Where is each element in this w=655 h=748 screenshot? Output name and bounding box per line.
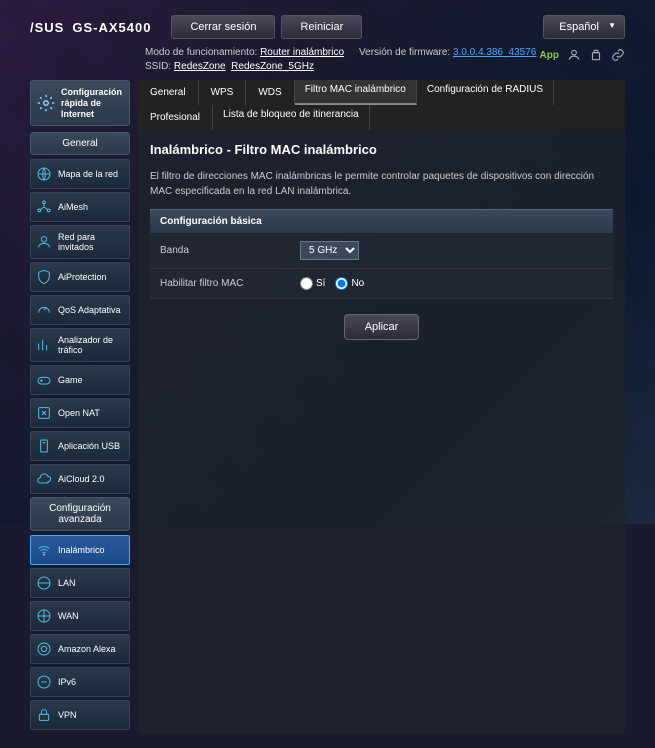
sidebar-item-game[interactable]: Game	[30, 365, 130, 395]
ipv6-icon	[36, 674, 52, 690]
firmware-link[interactable]: 3.0.0.4.386_43576	[453, 47, 536, 58]
logo: /SUS GS-AX5400	[30, 20, 151, 35]
sidebar-item-label: QoS Adaptativa	[58, 305, 121, 315]
sidebar-item-label: AiMesh	[58, 202, 88, 212]
sidebar-item-label: VPN	[58, 710, 77, 720]
mode-link[interactable]: Router inalámbrico	[260, 47, 344, 58]
radio-no[interactable]	[335, 277, 348, 290]
language-select[interactable]: Español	[543, 15, 625, 39]
tab-wps[interactable]: WPS	[199, 80, 247, 105]
sidebar-item-label: Aplicación USB	[58, 441, 120, 451]
tab-wds[interactable]: WDS	[246, 80, 294, 105]
general-section-title: General	[30, 132, 130, 155]
tab-general[interactable]: General	[138, 80, 199, 105]
wifi-icon	[36, 542, 52, 558]
tab-radius[interactable]: Configuración de RADIUS	[417, 80, 554, 105]
mode-label: Modo de funcionamiento:	[145, 47, 257, 58]
sidebar-item-label: LAN	[58, 578, 76, 588]
sidebar-item-qos[interactable]: QoS Adaptativa	[30, 295, 130, 325]
brand-text: /SUS	[30, 20, 64, 35]
config-section-header: Configuración básica	[150, 209, 613, 233]
sidebar-item-lan[interactable]: LAN	[30, 568, 130, 598]
sidebar-item-label: Analizador de tráfico	[58, 335, 124, 355]
language-label: Español	[559, 21, 599, 33]
sidebar-item-wireless[interactable]: Inalámbrico	[30, 535, 130, 565]
content-panel: General WPS WDS Filtro MAC inalámbrico C…	[138, 80, 625, 733]
tab-mac-filter[interactable]: Filtro MAC inalámbrico	[295, 80, 417, 105]
usb-icon[interactable]	[589, 48, 603, 62]
enable-label: Habilitar filtro MAC	[160, 278, 300, 289]
app-badge[interactable]: App	[540, 50, 559, 61]
sidebar-item-label: Amazon Alexa	[58, 644, 116, 654]
sidebar-item-traffic[interactable]: Analizador de tráfico	[30, 328, 130, 362]
tab-professional[interactable]: Profesional	[138, 105, 213, 130]
fw-label: Versión de firmware:	[359, 47, 450, 58]
apply-button[interactable]: Aplicar	[344, 314, 420, 340]
sidebar-item-label: IPv6	[58, 677, 76, 687]
sidebar-item-label: Game	[58, 375, 83, 385]
sidebar-item-label: AiProtection	[58, 272, 107, 282]
globe-icon	[36, 166, 52, 182]
quick-setup-button[interactable]: Configuración rápida de Internet	[30, 80, 130, 126]
sidebar-item-vpn[interactable]: VPN	[30, 700, 130, 730]
gear-icon	[37, 94, 55, 112]
panel-title: Inalámbrico - Filtro MAC inalámbrico	[150, 142, 613, 157]
sidebar-item-label: Mapa de la red	[58, 169, 118, 179]
sidebar-item-aimesh[interactable]: AiMesh	[30, 192, 130, 222]
user-icon[interactable]	[567, 48, 581, 62]
sidebar-item-alexa[interactable]: Amazon Alexa	[30, 634, 130, 664]
sidebar-item-network-map[interactable]: Mapa de la red	[30, 159, 130, 189]
ssid-label: SSID:	[145, 61, 171, 72]
sidebar-item-wan[interactable]: WAN	[30, 601, 130, 631]
panel-description: El filtro de direcciones MAC inalámbrica…	[150, 169, 613, 199]
sidebar-item-label: Inalámbrico	[58, 545, 105, 555]
tabs: General WPS WDS Filtro MAC inalámbrico C…	[138, 80, 625, 130]
radio-no-label[interactable]: No	[335, 277, 364, 290]
radio-yes[interactable]	[300, 277, 313, 290]
ssid1-link[interactable]: RedesZone	[174, 61, 226, 72]
radio-yes-label[interactable]: Sí	[300, 277, 325, 290]
guest-icon	[36, 234, 52, 250]
nat-icon	[36, 405, 52, 421]
vpn-icon	[36, 707, 52, 723]
sidebar-item-usb[interactable]: Aplicación USB	[30, 431, 130, 461]
sidebar-item-label: AiCloud 2.0	[58, 474, 105, 484]
info-row-2: SSID: RedesZone RedesZone_5GHz	[145, 61, 625, 72]
quick-setup-label: Configuración rápida de Internet	[61, 87, 123, 119]
ssid2-link[interactable]: RedesZone_5GHz	[231, 61, 314, 72]
advanced-section-title: Configuración avanzada	[30, 497, 130, 531]
config-row-band: Banda 5 GHz	[150, 233, 613, 269]
header: /SUS GS-AX5400 Cerrar sesión Reiniciar E…	[30, 15, 625, 39]
chart-icon	[36, 337, 52, 353]
tab-roaming[interactable]: Lista de bloqueo de itinerancia	[213, 105, 370, 130]
sidebar-item-guest[interactable]: Red para invitados	[30, 225, 130, 259]
alexa-icon	[36, 641, 52, 657]
sidebar-item-ipv6[interactable]: IPv6	[30, 667, 130, 697]
reboot-button[interactable]: Reiniciar	[281, 15, 362, 39]
wan-icon	[36, 608, 52, 624]
shield-icon	[36, 269, 52, 285]
sidebar-item-label: Red para invitados	[58, 232, 124, 252]
sidebar-item-aiprotection[interactable]: AiProtection	[30, 262, 130, 292]
band-label: Banda	[160, 245, 300, 256]
band-select[interactable]: 5 GHz	[300, 241, 359, 260]
yes-text: Sí	[316, 278, 325, 289]
sidebar-item-opennat[interactable]: Open NAT	[30, 398, 130, 428]
cloud-icon	[36, 471, 52, 487]
sidebar-item-label: WAN	[58, 611, 79, 621]
no-text: No	[351, 278, 364, 289]
lan-icon	[36, 575, 52, 591]
usb-app-icon	[36, 438, 52, 454]
speedometer-icon	[36, 302, 52, 318]
link-icon[interactable]	[611, 48, 625, 62]
sidebar: Configuración rápida de Internet General…	[30, 80, 130, 733]
sidebar-item-aicloud[interactable]: AiCloud 2.0	[30, 464, 130, 494]
sidebar-item-label: Open NAT	[58, 408, 100, 418]
mesh-icon	[36, 199, 52, 215]
config-row-enable: Habilitar filtro MAC Sí No	[150, 269, 613, 299]
logout-button[interactable]: Cerrar sesión	[171, 15, 275, 39]
model-text: GS-AX5400	[72, 20, 151, 35]
gamepad-icon	[36, 372, 52, 388]
header-icons: App	[540, 48, 625, 62]
